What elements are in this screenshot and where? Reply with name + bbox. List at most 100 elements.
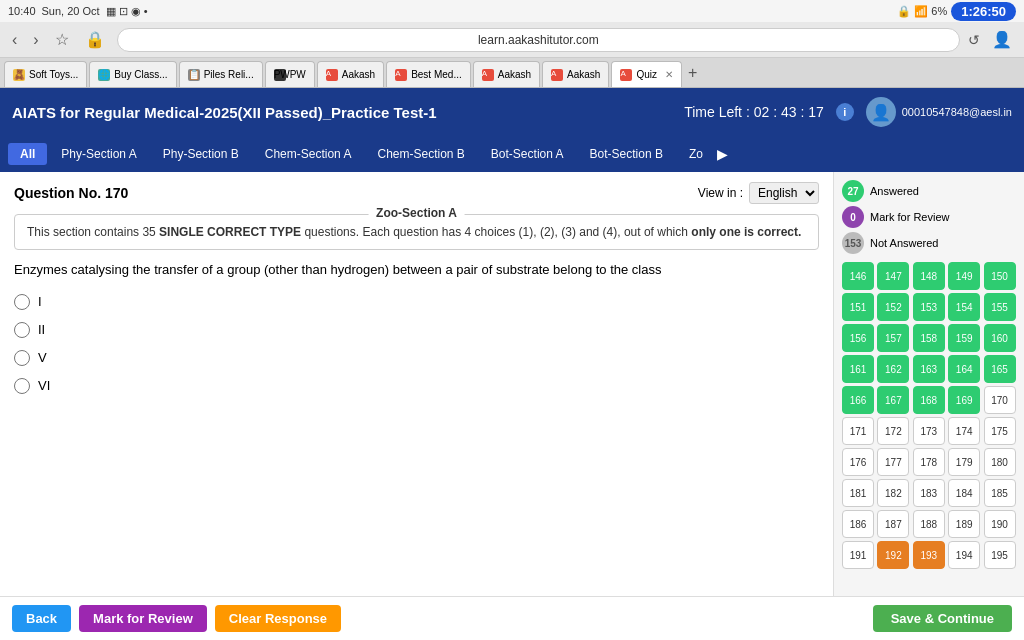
tab-label: Piles Reli... — [204, 69, 254, 80]
question-grid-btn-179[interactable]: 179 — [948, 448, 980, 476]
question-grid-btn-170[interactable]: 170 — [984, 386, 1016, 414]
question-grid-btn-155[interactable]: 155 — [984, 293, 1016, 321]
question-grid-btn-150[interactable]: 150 — [984, 262, 1016, 290]
question-grid: 1461471481491501511521531541551561571581… — [842, 262, 1016, 569]
option-4[interactable]: VI — [14, 378, 819, 394]
question-grid-btn-177[interactable]: 177 — [877, 448, 909, 476]
profile-button[interactable]: 👤 — [988, 28, 1016, 51]
legend-not-answered-label: Not Answered — [870, 237, 938, 249]
url-bar[interactable]: learn.aakashitutor.com — [117, 28, 960, 52]
clear-response-button[interactable]: Clear Response — [215, 605, 341, 632]
section-tab-zo[interactable]: Zo — [677, 143, 715, 165]
forward-nav-button[interactable]: › — [29, 29, 42, 51]
tab-close-icon[interactable]: ✕ — [665, 69, 673, 80]
question-grid-btn-181[interactable]: 181 — [842, 479, 874, 507]
question-grid-btn-153[interactable]: 153 — [913, 293, 945, 321]
tab-softtoys[interactable]: 🧸 Soft Toys... — [4, 61, 87, 87]
question-grid-btn-171[interactable]: 171 — [842, 417, 874, 445]
question-grid-btn-189[interactable]: 189 — [948, 510, 980, 538]
option-2-radio[interactable] — [14, 322, 30, 338]
question-grid-btn-169[interactable]: 169 — [948, 386, 980, 414]
tab-aakash3[interactable]: A Aakash — [542, 61, 609, 87]
question-grid-btn-164[interactable]: 164 — [948, 355, 980, 383]
question-grid-btn-175[interactable]: 175 — [984, 417, 1016, 445]
question-grid-btn-157[interactable]: 157 — [877, 324, 909, 352]
tab-aakash1[interactable]: A Aakash — [317, 61, 384, 87]
question-grid-btn-163[interactable]: 163 — [913, 355, 945, 383]
question-grid-btn-191[interactable]: 191 — [842, 541, 874, 569]
question-grid-btn-172[interactable]: 172 — [877, 417, 909, 445]
question-grid-btn-194[interactable]: 194 — [948, 541, 980, 569]
language-select[interactable]: English — [749, 182, 819, 204]
question-grid-btn-184[interactable]: 184 — [948, 479, 980, 507]
question-grid-btn-165[interactable]: 165 — [984, 355, 1016, 383]
status-icons: ▦ ⊡ ◉ • — [106, 5, 148, 18]
legend-not-answered-badge: 153 — [842, 232, 864, 254]
question-grid-btn-147[interactable]: 147 — [877, 262, 909, 290]
question-grid-btn-168[interactable]: 168 — [913, 386, 945, 414]
new-tab-button[interactable]: + — [684, 64, 701, 82]
question-grid-btn-188[interactable]: 188 — [913, 510, 945, 538]
tab-piles[interactable]: 📋 Piles Reli... — [179, 61, 263, 87]
question-grid-btn-151[interactable]: 151 — [842, 293, 874, 321]
info-icon[interactable]: i — [836, 103, 854, 121]
question-grid-btn-187[interactable]: 187 — [877, 510, 909, 538]
mark-review-button[interactable]: Mark for Review — [79, 605, 207, 632]
tab-quiz[interactable]: A Quiz ✕ — [611, 61, 682, 87]
question-grid-btn-158[interactable]: 158 — [913, 324, 945, 352]
option-4-label: VI — [38, 378, 50, 393]
legend-answered: 27 Answered — [842, 180, 1016, 202]
option-1-radio[interactable] — [14, 294, 30, 310]
question-grid-btn-154[interactable]: 154 — [948, 293, 980, 321]
back-button[interactable]: Back — [12, 605, 71, 632]
question-grid-btn-167[interactable]: 167 — [877, 386, 909, 414]
question-grid-btn-180[interactable]: 180 — [984, 448, 1016, 476]
question-grid-btn-152[interactable]: 152 — [877, 293, 909, 321]
question-grid-btn-160[interactable]: 160 — [984, 324, 1016, 352]
question-grid-btn-149[interactable]: 149 — [948, 262, 980, 290]
tab-aakash2[interactable]: A Aakash — [473, 61, 540, 87]
question-grid-btn-183[interactable]: 183 — [913, 479, 945, 507]
question-grid-btn-185[interactable]: 185 — [984, 479, 1016, 507]
section-tab-chem-b[interactable]: Chem-Section B — [365, 143, 476, 165]
question-grid-btn-195[interactable]: 195 — [984, 541, 1016, 569]
tab-pw[interactable]: PW PW — [265, 61, 315, 87]
question-grid-btn-161[interactable]: 161 — [842, 355, 874, 383]
section-tab-phy-a[interactable]: Phy-Section A — [49, 143, 148, 165]
option-3-radio[interactable] — [14, 350, 30, 366]
section-scroll-right[interactable]: ▶ — [717, 146, 728, 162]
section-label-box: Zoo-Section A This section contains 35 S… — [14, 214, 819, 250]
question-grid-btn-174[interactable]: 174 — [948, 417, 980, 445]
option-4-radio[interactable] — [14, 378, 30, 394]
section-tab-bot-a[interactable]: Bot-Section A — [479, 143, 576, 165]
tab-buyclass[interactable]: 🌐 Buy Class... — [89, 61, 176, 87]
refresh-button[interactable]: ↺ — [968, 32, 980, 48]
question-grid-btn-176[interactable]: 176 — [842, 448, 874, 476]
question-grid-btn-156[interactable]: 156 — [842, 324, 874, 352]
question-grid-btn-190[interactable]: 190 — [984, 510, 1016, 538]
section-tab-phy-b[interactable]: Phy-Section B — [151, 143, 251, 165]
question-grid-btn-162[interactable]: 162 — [877, 355, 909, 383]
save-continue-button[interactable]: Save & Continue — [873, 605, 1012, 632]
question-grid-btn-192[interactable]: 192 — [877, 541, 909, 569]
section-tab-chem-a[interactable]: Chem-Section A — [253, 143, 364, 165]
section-tab-all[interactable]: All — [8, 143, 47, 165]
question-grid-btn-159[interactable]: 159 — [948, 324, 980, 352]
option-1-label: I — [38, 294, 42, 309]
option-3[interactable]: V — [14, 350, 819, 366]
section-tab-bot-b[interactable]: Bot-Section B — [578, 143, 675, 165]
question-grid-btn-186[interactable]: 186 — [842, 510, 874, 538]
back-nav-button[interactable]: ‹ — [8, 29, 21, 51]
tab-bestmed[interactable]: A Best Med... — [386, 61, 471, 87]
option-2[interactable]: II — [14, 322, 819, 338]
question-grid-btn-146[interactable]: 146 — [842, 262, 874, 290]
question-grid-btn-166[interactable]: 166 — [842, 386, 874, 414]
bookmark-button[interactable]: ☆ — [51, 28, 73, 51]
tab-label: Buy Class... — [114, 69, 167, 80]
question-grid-btn-173[interactable]: 173 — [913, 417, 945, 445]
question-grid-btn-182[interactable]: 182 — [877, 479, 909, 507]
option-1[interactable]: I — [14, 294, 819, 310]
question-grid-btn-193[interactable]: 193 — [913, 541, 945, 569]
question-grid-btn-178[interactable]: 178 — [913, 448, 945, 476]
question-grid-btn-148[interactable]: 148 — [913, 262, 945, 290]
